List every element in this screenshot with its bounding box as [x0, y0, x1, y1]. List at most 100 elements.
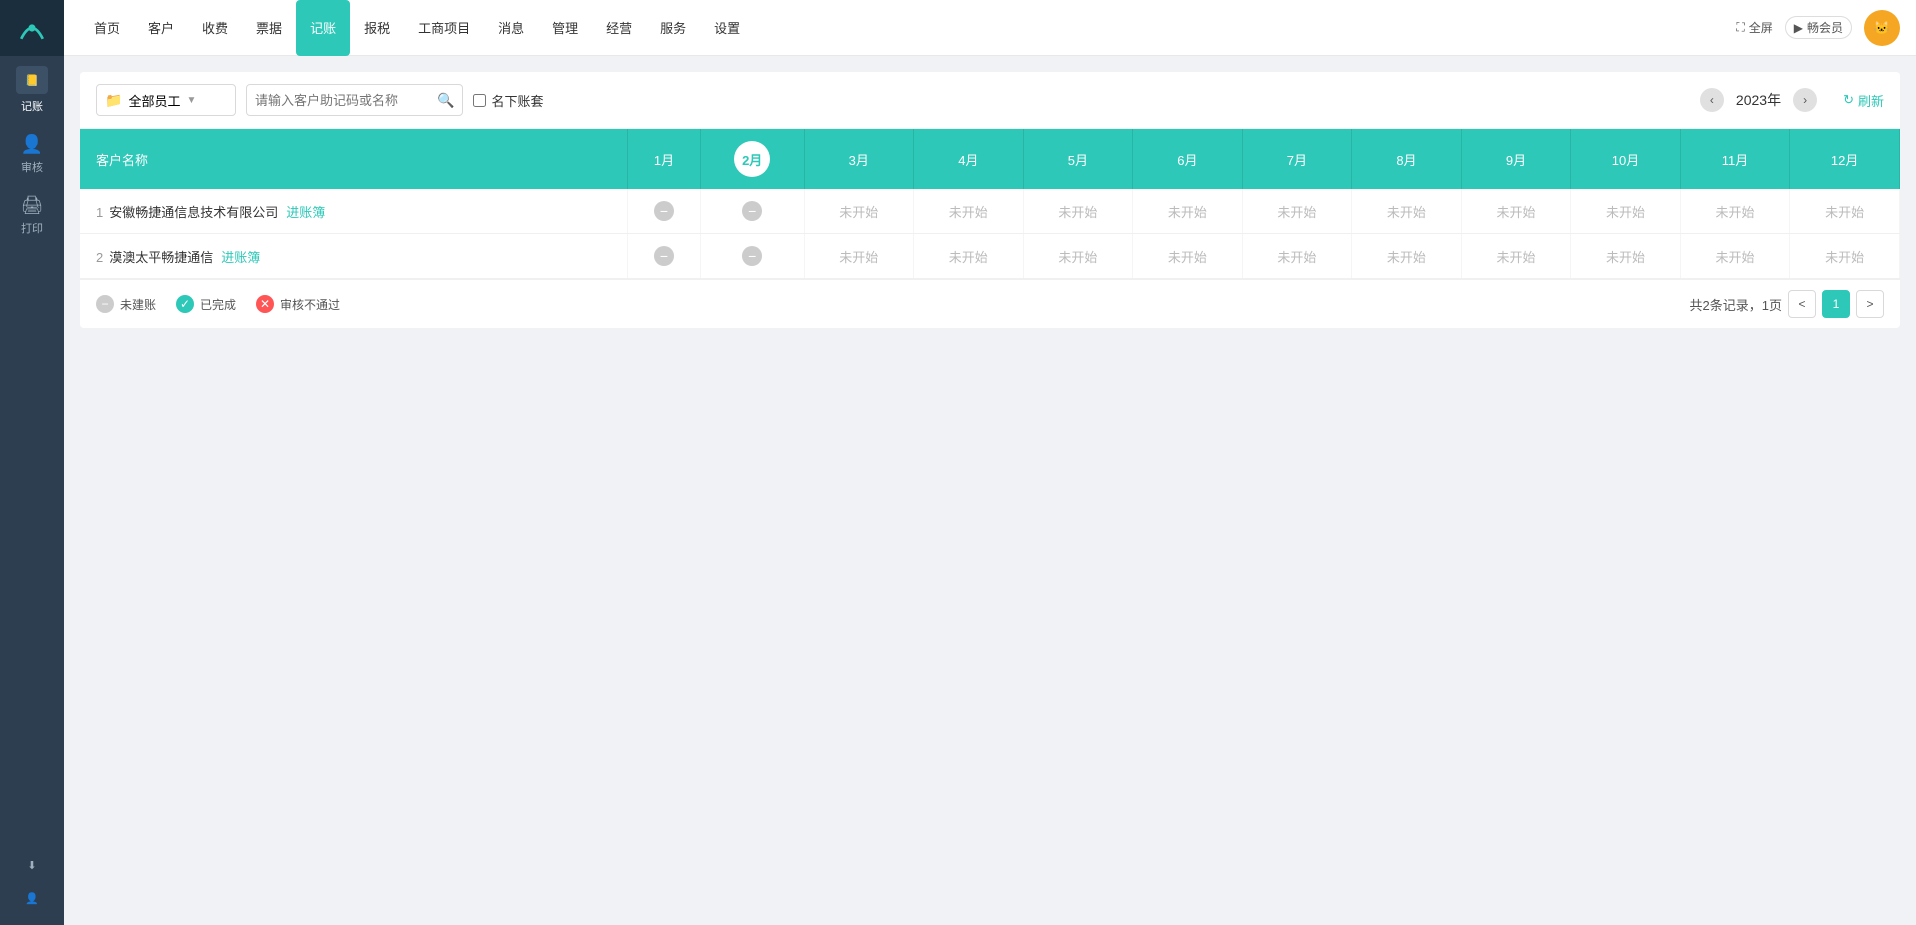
month-cell-9: 未开始 [1461, 189, 1571, 234]
nav-label-customer: 客户 [148, 18, 174, 37]
next-year-button[interactable]: › [1793, 88, 1817, 112]
nav-item-home[interactable]: 首页 [80, 0, 134, 56]
col-header-name: 客户名称 [80, 129, 628, 189]
support-icon: 👤 [25, 892, 39, 905]
sidebar-icon-print: 🖨 [21, 195, 44, 216]
status-not-started: 未开始 [1277, 205, 1316, 220]
search-input[interactable] [255, 93, 431, 108]
status-not-started: 未开始 [1058, 250, 1097, 265]
legend-label-completed: 已完成 [200, 296, 236, 313]
sidebar-item-bookkeeping[interactable]: 📒记账 [0, 56, 64, 124]
nav-label-invoice: 票据 [256, 18, 282, 37]
refresh-label: 刷新 [1858, 91, 1884, 110]
vip-button[interactable]: ▶ 畅会员 [1785, 16, 1852, 39]
vip-label: 畅会员 [1807, 19, 1843, 36]
prev-page-button[interactable]: < [1788, 290, 1816, 318]
employee-filter-label: 全部员工 [128, 91, 180, 110]
sidebar-item-print[interactable]: 🖨 打印 [0, 185, 64, 246]
topnav-items: 首页 客户 收费 票据 记账 报税工商项目消息 管理经营服务设置 [80, 0, 1736, 56]
year-nav: ‹ 2023年 › [1700, 88, 1817, 112]
main-area: 首页客户收费票据记账报税工商项目消息管理经营服务设置 ⛶ 全屏 ▶ 畅会员 🐱 … [64, 0, 1916, 925]
prev-year-button[interactable]: ‹ [1700, 88, 1724, 112]
nav-item-billing[interactable]: 收费 [188, 0, 242, 56]
nav-item-management[interactable]: 管理 [538, 0, 592, 56]
nav-label-bookkeeping: 记账 [310, 18, 336, 37]
customer-name-cell: 1安徽畅捷通信息技术有限公司进账簿 [80, 189, 628, 234]
month-cell-3: 未开始 [804, 189, 914, 234]
status-not-started: 未开始 [1387, 250, 1426, 265]
enter-ledger-link[interactable]: 进账簿 [286, 205, 325, 220]
month-cell-12: 未开始 [1790, 189, 1900, 234]
refresh-button[interactable]: ↻ 刷新 [1843, 91, 1884, 110]
month-cell-4: 未开始 [914, 234, 1024, 279]
nav-item-tax[interactable]: 报税 [350, 0, 404, 56]
col-header-m4: 4月 [914, 129, 1024, 189]
nav-item-service[interactable]: 服务 [646, 0, 700, 56]
nav-label-message: 消息 [498, 18, 524, 37]
nav-item-bookkeeping[interactable]: 记账 [296, 0, 350, 56]
pagination: 共2条记录，1页 < 1 > [1690, 290, 1884, 318]
nav-label-service: 服务 [660, 18, 686, 37]
mine-accounts-toggle[interactable]: 名下账套 [473, 91, 543, 110]
col-header-m3: 3月 [804, 129, 914, 189]
mine-accounts-checkbox[interactable] [473, 94, 486, 107]
footer: −未建账 ✓已完成 ✕ 审核不通过 共2条记录，1页 < 1 > [80, 279, 1900, 328]
nav-item-operation[interactable]: 经营 [592, 0, 646, 56]
status-not-started: 未开始 [1058, 205, 1097, 220]
month-cell-2: − [700, 189, 804, 234]
sidebar-download[interactable]: ⬇ [0, 851, 64, 880]
nav-label-billing: 收费 [202, 18, 228, 37]
topnav-right: ⛶ 全屏 ▶ 畅会员 🐱 [1736, 10, 1900, 46]
status-not-started: 未开始 [1387, 205, 1426, 220]
month-cell-1: − [628, 234, 701, 279]
mine-label: 名下账套 [491, 91, 543, 110]
month-cell-9: 未开始 [1461, 234, 1571, 279]
table-row: 2漠澳太平畅捷通信进账簿−−未开始未开始未开始未开始未开始未开始未开始未开始未开… [80, 234, 1900, 279]
employee-filter[interactable]: 📁 全部员工 ▼ [96, 84, 236, 116]
col-header-m8: 8月 [1352, 129, 1462, 189]
legend-dot-red: ✕ [256, 295, 274, 313]
download-icon: ⬇ [27, 859, 36, 872]
nav-item-business[interactable]: 工商项目 [404, 0, 484, 56]
month-cell-1: − [628, 189, 701, 234]
enter-ledger-link[interactable]: 进账簿 [221, 250, 260, 265]
nav-item-settings[interactable]: 设置 [700, 0, 754, 56]
month-cell-7: 未开始 [1242, 234, 1352, 279]
search-icon[interactable]: 🔍 [437, 92, 454, 109]
nav-item-customer[interactable]: 客户 [134, 0, 188, 56]
sidebar-label-print: 打印 [21, 220, 43, 236]
month-cell-3: 未开始 [804, 234, 914, 279]
month-cell-11: 未开始 [1680, 234, 1790, 279]
col-header-m6: 6月 [1133, 129, 1243, 189]
vip-icon: ▶ [1794, 21, 1803, 35]
col-header-m10: 10月 [1571, 129, 1681, 189]
nav-label-tax: 报税 [364, 18, 390, 37]
search-wrapper: 🔍 [246, 84, 463, 116]
status-dash-icon: − [742, 201, 762, 221]
status-not-started: 未开始 [949, 205, 988, 220]
legend-dot-gray: − [96, 295, 114, 313]
nav-item-message[interactable]: 消息 [484, 0, 538, 56]
col-header-m1: 1月 [628, 129, 701, 189]
status-not-started: 未开始 [1606, 205, 1645, 220]
status-not-started: 未开始 [1716, 205, 1755, 220]
sidebar-item-audit[interactable]: 👤审核 [0, 124, 64, 185]
fullscreen-button[interactable]: ⛶ 全屏 [1736, 19, 1772, 36]
next-page-button[interactable]: > [1856, 290, 1884, 318]
avatar[interactable]: 🐱 [1864, 10, 1900, 46]
sidebar-icon-bookkeeping: 📒 [16, 66, 48, 94]
nav-label-management: 管理 [552, 18, 578, 37]
col-header-m12: 12月 [1790, 129, 1900, 189]
legend-label-rejected: 审核不通过 [280, 296, 340, 313]
sidebar-support[interactable]: 👤 [0, 884, 64, 913]
page-1-button[interactable]: 1 [1822, 290, 1850, 318]
status-not-started: 未开始 [1277, 250, 1316, 265]
status-not-started: 未开始 [839, 205, 878, 220]
nav-label-home: 首页 [94, 18, 120, 37]
legend-item-completed: ✓已完成 [176, 295, 236, 313]
customer-name: 安徽畅捷通信息技术有限公司 [109, 205, 278, 220]
legend-label-not-started: 未建账 [120, 296, 156, 313]
status-not-started: 未开始 [1496, 205, 1535, 220]
nav-item-invoice[interactable]: 票据 [242, 0, 296, 56]
sidebar: 📒记账👤审核 🖨 打印 ⬇ 👤 [0, 0, 64, 925]
